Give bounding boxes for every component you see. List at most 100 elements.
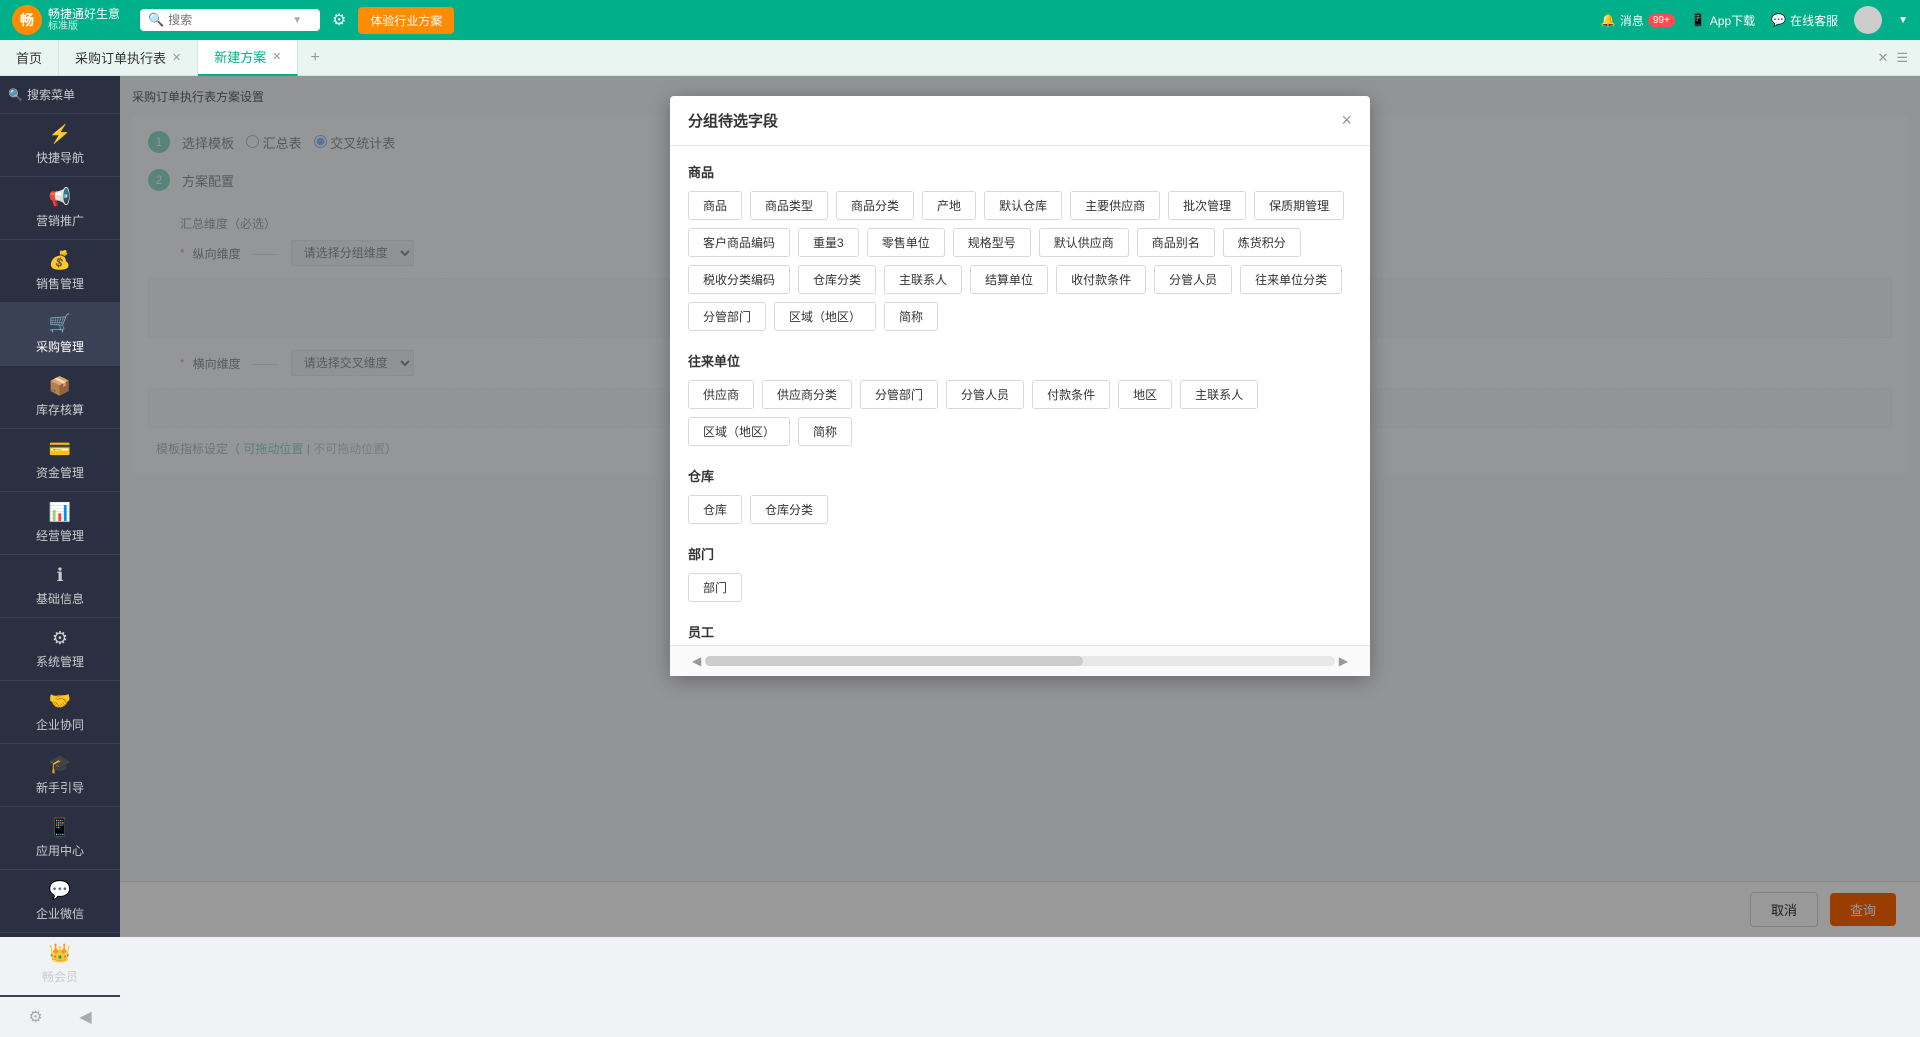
field-tag-default-warehouse[interactable]: 默认仓库 (984, 191, 1062, 220)
field-tag-main-contact[interactable]: 主联系人 (884, 265, 962, 294)
dropdown-icon[interactable]: ▼ (292, 15, 302, 26)
sidebar-item-operation[interactable]: 📊 经营管理 (0, 492, 120, 555)
warehouse-section-title: 仓库 (688, 466, 1352, 485)
logo-text: 畅捷通好生意 标准版 (48, 7, 120, 33)
tab-add-button[interactable]: + (298, 49, 331, 67)
sidebar-item-enterprise[interactable]: 🤝 企业协同 (0, 681, 120, 744)
online-service-item[interactable]: 💬 在线客服 (1771, 12, 1838, 29)
field-select-modal: 分组待选字段 × 商品 商品 商品类型 商品分类 产地 默认仓库 主要供应商 (670, 96, 1370, 676)
sidebar-bottom: ⚙ ◀ (0, 996, 120, 1037)
service-icon: 💬 (1771, 13, 1786, 27)
field-tag-pay-terms[interactable]: 付款条件 (1032, 380, 1110, 409)
scroll-right-icon[interactable]: ▶ (1335, 654, 1352, 668)
gear-icon: ⚙ (332, 12, 346, 29)
app-download-item[interactable]: 📱 App下载 (1691, 12, 1755, 29)
field-tag-lian-points[interactable]: 炼货积分 (1223, 228, 1301, 257)
trial-button[interactable]: 体验行业方案 (358, 7, 454, 34)
sidebar-search[interactable]: 🔍 搜索菜单 (0, 76, 120, 114)
field-tag-goods-category[interactable]: 商品分类 (836, 191, 914, 220)
field-tag-customer-code[interactable]: 客户商品编码 (688, 228, 790, 257)
sidebar-item-appstore[interactable]: 📱 应用中心 (0, 807, 120, 870)
tab-bar-menu-icon[interactable]: ☰ (1896, 50, 1908, 66)
field-tag-region-partner[interactable]: 区域（地区） (688, 417, 790, 446)
user-arrow-icon[interactable]: ▼ (1898, 15, 1908, 26)
field-tag-goods-type[interactable]: 商品类型 (750, 191, 828, 220)
field-tag-warehouse-category[interactable]: 仓库分类 (750, 495, 828, 524)
enterprise-icon: 🤝 (49, 691, 71, 712)
operation-icon: 📊 (49, 502, 71, 523)
finance-icon: 💳 (49, 439, 71, 460)
modal-close-button[interactable]: × (1341, 110, 1352, 131)
field-tag-payment-terms[interactable]: 收付款条件 (1056, 265, 1146, 294)
field-tag-partner-charge-person[interactable]: 分管人员 (946, 380, 1024, 409)
gear-button[interactable]: ⚙ (328, 6, 350, 34)
tab-purchase-exec-close[interactable]: ✕ (172, 51, 181, 64)
field-tag-goods-alias[interactable]: 商品别名 (1137, 228, 1215, 257)
search-icon: 🔍 (148, 12, 164, 28)
field-tag-partner-main-contact[interactable]: 主联系人 (1180, 380, 1258, 409)
settings-bottom-icon[interactable]: ⚙ (28, 1007, 42, 1027)
field-tag-charge-person[interactable]: 分管人员 (1154, 265, 1232, 294)
field-tag-default-supplier[interactable]: 默认供应商 (1039, 228, 1129, 257)
sidebar-item-marketing[interactable]: 📢 营销推广 (0, 177, 120, 240)
tab-new-plan[interactable]: 新建方案 ✕ (198, 40, 298, 76)
field-tag-origin[interactable]: 产地 (922, 191, 976, 220)
horizontal-scrollbar[interactable] (705, 656, 1335, 666)
sidebar-item-guide[interactable]: 🎓 新手引导 (0, 744, 120, 807)
field-tag-partner-charge-dept[interactable]: 分管部门 (860, 380, 938, 409)
collapse-icon[interactable]: ◀ (79, 1007, 91, 1027)
field-tag-settle-unit[interactable]: 结算单位 (970, 265, 1048, 294)
main-content: 采购订单执行表方案设置 1 选择模板 汇总表 交叉统计表 2 方案配置 汇总维度… (120, 76, 1920, 937)
field-tag-supplier[interactable]: 供应商 (688, 380, 754, 409)
sidebar-item-inventory[interactable]: 📦 库存核算 (0, 366, 120, 429)
tab-purchase-exec[interactable]: 采购订单执行表 ✕ (59, 40, 198, 76)
avatar[interactable] (1854, 6, 1882, 34)
field-tag-region-goods[interactable]: 区域（地区） (774, 302, 876, 331)
field-tag-partner-cat[interactable]: 往来单位分类 (1240, 265, 1342, 294)
sidebar-item-purchase[interactable]: 🛒 采购管理 (0, 303, 120, 366)
sidebar-item-wechat[interactable]: 💬 企业微信 (0, 870, 120, 933)
goods-field-tags: 商品 商品类型 商品分类 产地 默认仓库 主要供应商 批次管理 保质期管理 客户… (688, 191, 1352, 331)
top-right-area: 🔔 消息 99+ 📱 App下载 💬 在线客服 ▼ (1601, 6, 1908, 34)
field-tag-shelf-life[interactable]: 保质期管理 (1254, 191, 1344, 220)
tab-bar-close-icon[interactable]: ✕ (1877, 50, 1888, 66)
field-tag-warehouse-cat[interactable]: 仓库分类 (798, 265, 876, 294)
system-icon: ⚙ (52, 628, 68, 649)
field-tag-warehouse[interactable]: 仓库 (688, 495, 742, 524)
sidebar-search-icon: 🔍 (8, 88, 23, 102)
sidebar-item-sales[interactable]: 💰 销售管理 (0, 240, 120, 303)
sidebar-item-quick-nav[interactable]: ⚡ 快捷导航 (0, 114, 120, 177)
tab-new-plan-close[interactable]: ✕ (272, 50, 281, 63)
scroll-left-icon[interactable]: ◀ (688, 654, 705, 668)
tab-bar: 首页 采购订单执行表 ✕ 新建方案 ✕ + ✕ ☰ (0, 40, 1920, 76)
notice-item[interactable]: 🔔 消息 99+ (1601, 12, 1675, 29)
field-tag-retail-unit[interactable]: 零售单位 (867, 228, 945, 257)
field-tag-abbr-goods[interactable]: 简称 (884, 302, 938, 331)
field-tag-spec-model[interactable]: 规格型号 (953, 228, 1031, 257)
field-tag-weight[interactable]: 重量3 (798, 228, 859, 257)
field-tag-tax-code[interactable]: 税收分类编码 (688, 265, 790, 294)
dept-section-title: 部门 (688, 544, 1352, 563)
sidebar-item-basic-info[interactable]: ℹ 基础信息 (0, 555, 120, 618)
sidebar-item-system[interactable]: ⚙ 系统管理 (0, 618, 120, 681)
field-tag-main-supplier[interactable]: 主要供应商 (1070, 191, 1160, 220)
partner-section: 往来单位 供应商 供应商分类 分管部门 分管人员 付款条件 地区 主联系人 区域… (688, 351, 1352, 446)
basic-info-icon: ℹ (57, 565, 64, 586)
field-tag-abbr-partner[interactable]: 简称 (798, 417, 852, 446)
field-tag-supplier-cat[interactable]: 供应商分类 (762, 380, 852, 409)
field-tag-charge-dept[interactable]: 分管部门 (688, 302, 766, 331)
warehouse-section: 仓库 仓库 仓库分类 (688, 466, 1352, 524)
tab-home[interactable]: 首页 (0, 40, 59, 76)
sidebar-item-finance[interactable]: 💳 资金管理 (0, 429, 120, 492)
field-tag-area[interactable]: 地区 (1118, 380, 1172, 409)
top-search-bar[interactable]: 🔍 ▼ (140, 9, 320, 31)
field-tag-dept[interactable]: 部门 (688, 573, 742, 602)
search-input[interactable] (168, 13, 288, 27)
sidebar: 🔍 搜索菜单 ⚡ 快捷导航 📢 营销推广 💰 销售管理 🛒 采购管理 📦 库存核… (0, 76, 120, 937)
sidebar-item-member[interactable]: 👑 畅会员 (0, 933, 120, 996)
modal-body: 商品 商品 商品类型 商品分类 产地 默认仓库 主要供应商 批次管理 保质期管理… (670, 146, 1370, 645)
top-bar: 畅 畅捷通好生意 标准版 🔍 ▼ ⚙ 体验行业方案 🔔 消息 99+ 📱 App… (0, 0, 1920, 40)
field-tag-batch-mgmt[interactable]: 批次管理 (1168, 191, 1246, 220)
field-tag-goods[interactable]: 商品 (688, 191, 742, 220)
inventory-icon: 📦 (49, 376, 71, 397)
